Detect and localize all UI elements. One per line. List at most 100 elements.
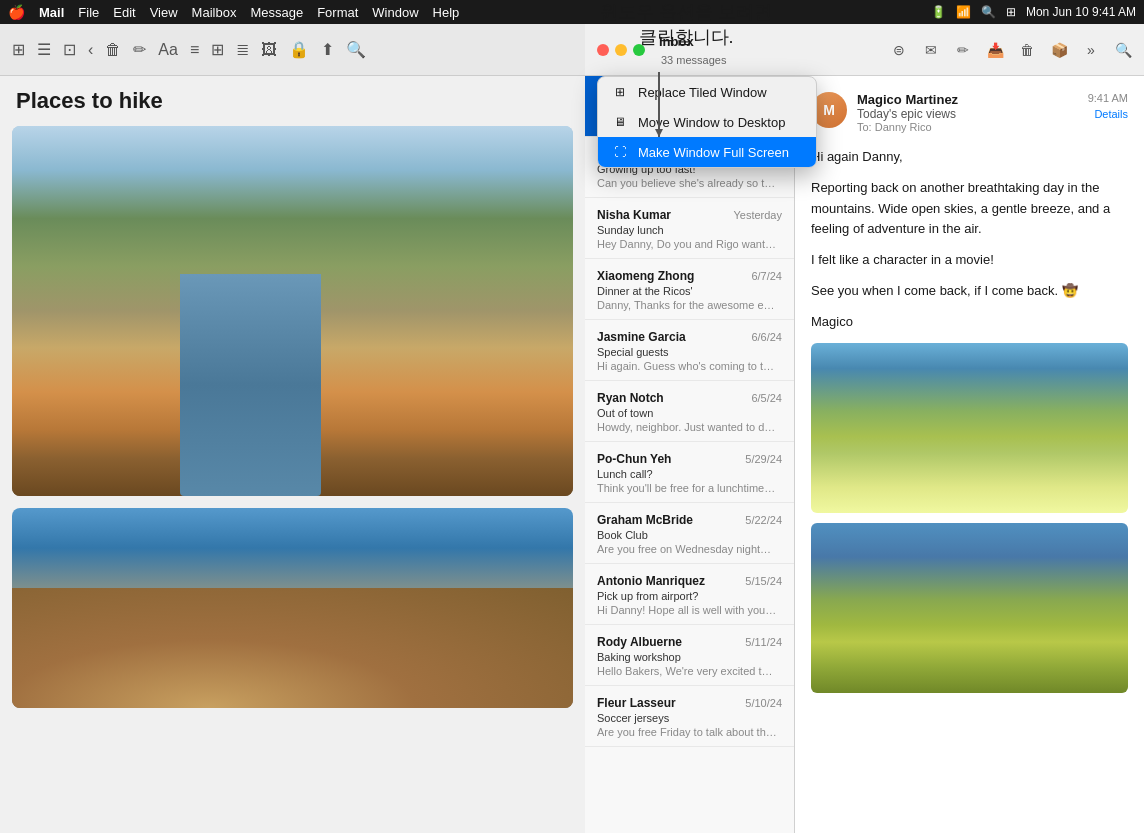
msg-sender: Ryan Notch [597, 391, 664, 405]
msg-preview: Danny, Thanks for the awesome evening! I… [597, 299, 777, 311]
menu-window[interactable]: Window [372, 5, 418, 20]
msg-preview: Hey Danny, Do you and Rigo want to come … [597, 238, 777, 250]
menubar-right: 🔋 📶 🔍 ⊞ Mon Jun 10 9:41 AM [931, 5, 1136, 19]
sort-icon[interactable]: ≣ [236, 40, 249, 59]
font-icon[interactable]: Aa [158, 41, 178, 59]
close-button[interactable] [597, 44, 609, 56]
minimize-button[interactable] [615, 44, 627, 56]
msg-preview: Can you believe she's already so tall? P… [597, 177, 777, 189]
menu-file[interactable]: File [78, 5, 99, 20]
msg-date: Yesterday [733, 209, 782, 221]
email-body-line-2: Reporting back on another breathtaking d… [811, 178, 1128, 240]
archive-icon[interactable]: 📥 [986, 41, 1004, 59]
photo-top-container [12, 126, 573, 496]
lock-icon[interactable]: 🔒 [289, 40, 309, 59]
filter-icon[interactable]: ⊜ [890, 41, 908, 59]
email-body: Hi again Danny, Reporting back on anothe… [811, 147, 1128, 333]
compose-mail-icon[interactable]: ✏ [954, 41, 972, 59]
fullscreen-button[interactable] [633, 44, 645, 56]
msg-subject: Book Club [597, 529, 782, 541]
email-header-row: M Magico Martinez Today's epic views To:… [811, 92, 1128, 133]
left-toolbar: ⊞ ☰ ⊡ ‹ 🗑 ✏ Aa ≡ ⊞ ≣ 🖼 🔒 ⬆ 🔍 [0, 24, 585, 76]
msg-sender: Xiaomeng Zhong [597, 269, 694, 283]
inbox-label: Inbox [659, 34, 694, 49]
trash-icon[interactable]: 🗑 [1018, 41, 1036, 59]
email-sender-info: M Magico Martinez Today's epic views To:… [811, 92, 958, 133]
msg-preview: Howdy, neighbor. Just wanted to drop a q… [597, 421, 777, 433]
message-item[interactable]: Rody Albuerne 5/11/24 Baking workshop He… [585, 625, 794, 686]
delete-icon[interactable]: 🗑 [105, 41, 121, 59]
list-style-icon[interactable]: ≡ [190, 41, 199, 59]
replace-tiled-icon: ⊞ [612, 84, 628, 100]
hike-photo-bottom [12, 508, 573, 708]
msg-preview: Hi again. Guess who's coming to town wit… [597, 360, 777, 372]
menu-message[interactable]: Message [250, 5, 303, 20]
fullscreen-label: Make Window Full Screen [638, 145, 789, 160]
msg-date: 5/29/24 [745, 453, 782, 465]
message-item[interactable]: Graham McBride 5/22/24 Book Club Are you… [585, 503, 794, 564]
more-icon[interactable]: » [1082, 41, 1100, 59]
search-menubar-icon[interactable]: 🔍 [981, 5, 996, 19]
email-body-line-3: I felt like a character in a movie! [811, 250, 1128, 271]
msg-preview: Are you free Friday to talk about the ne… [597, 726, 777, 738]
sidebar-toggle-icon[interactable]: ⊞ [12, 40, 25, 59]
menu-edit[interactable]: Edit [113, 5, 135, 20]
msg-date: 5/10/24 [745, 697, 782, 709]
move-desktop-icon: 🖥 [612, 114, 628, 130]
hike-photo-top [12, 126, 573, 496]
email-meta: Magico Martinez Today's epic views To: D… [857, 92, 958, 133]
control-center-icon[interactable]: ⊞ [1006, 5, 1016, 19]
message-item[interactable]: Fleur Lasseur 5/10/24 Soccer jerseys Are… [585, 686, 794, 747]
menubar-left: 🍎 Mail File Edit View Mailbox Message Fo… [8, 4, 459, 20]
menu-help[interactable]: Help [433, 5, 460, 20]
table-icon[interactable]: ⊞ [211, 40, 224, 59]
msg-preview: Are you free on Wednesday night? Can't w… [597, 543, 777, 555]
mail-body: Magico Martinez 9:41AM Today's epic view… [585, 76, 1144, 833]
msg-date: 5/15/24 [745, 575, 782, 587]
image-icon[interactable]: 🖼 [261, 41, 277, 59]
details-link[interactable]: Details [1094, 108, 1128, 120]
msg-sender: Rody Albuerne [597, 635, 682, 649]
msg-date: 5/11/24 [745, 636, 782, 648]
menubar: 🍎 Mail File Edit View Mailbox Message Fo… [0, 0, 1144, 24]
email-subject: Today's epic views [857, 107, 958, 121]
message-item[interactable]: Po-Chun Yeh 5/29/24 Lunch call? Think yo… [585, 442, 794, 503]
back-icon[interactable]: ‹ [88, 41, 93, 59]
msg-sender: Nisha Kumar [597, 208, 671, 222]
new-message-icon[interactable]: ✉ [922, 41, 940, 59]
right-pane: Inbox 33 messages ⊜ ✉ ✏ 📥 🗑 📦 » 🔍 ⊞ Repl… [585, 24, 1144, 833]
msg-sender: Fleur Lasseur [597, 696, 676, 710]
menu-view[interactable]: View [150, 5, 178, 20]
move-desktop-label: Move Window to Desktop [638, 115, 785, 130]
message-item[interactable]: Nisha Kumar Yesterday Sunday lunch Hey D… [585, 198, 794, 259]
move-icon[interactable]: 📦 [1050, 41, 1068, 59]
email-body-line-4: See you when I come back, if I come back… [811, 281, 1128, 302]
message-item[interactable]: Antonio Manriquez 5/15/24 Pick up from a… [585, 564, 794, 625]
msg-preview: Think you'll be free for a lunchtime cha… [597, 482, 777, 494]
context-menu-item-move[interactable]: 🖥 Move Window to Desktop [598, 107, 816, 137]
search-left-icon[interactable]: 🔍 [346, 40, 366, 59]
share-icon[interactable]: ⬆ [321, 40, 334, 59]
msg-date: 5/22/24 [745, 514, 782, 526]
battery-icon: 🔋 [931, 5, 946, 19]
datetime: Mon Jun 10 9:41 AM [1026, 5, 1136, 19]
email-inline-image-2 [811, 523, 1128, 693]
apple-menu[interactable]: 🍎 [8, 4, 25, 20]
list-view-icon[interactable]: ☰ [37, 40, 51, 59]
search-mail-icon[interactable]: 🔍 [1114, 41, 1132, 59]
message-item[interactable]: Xiaomeng Zhong 6/7/24 Dinner at the Rico… [585, 259, 794, 320]
menu-format[interactable]: Format [317, 5, 358, 20]
message-item[interactable]: Ryan Notch 6/5/24 Out of town Howdy, nei… [585, 381, 794, 442]
context-menu-item-replace[interactable]: ⊞ Replace Tiled Window [598, 77, 816, 107]
msg-subject: Pick up from airport? [597, 590, 782, 602]
photo-bottom-container [12, 508, 573, 708]
email-to: To: Danny Rico [857, 121, 958, 133]
app-name[interactable]: Mail [39, 5, 64, 20]
email-from-name: Magico Martinez [857, 92, 958, 107]
inbox-title-area: Inbox 33 messages [659, 32, 726, 68]
compose-icon[interactable]: ✏ [133, 40, 146, 59]
grid-view-icon[interactable]: ⊡ [63, 40, 76, 59]
context-menu-item-fullscreen[interactable]: ⛶ Make Window Full Screen [598, 137, 816, 167]
menu-mailbox[interactable]: Mailbox [192, 5, 237, 20]
message-item[interactable]: Jasmine Garcia 6/6/24 Special guests Hi … [585, 320, 794, 381]
